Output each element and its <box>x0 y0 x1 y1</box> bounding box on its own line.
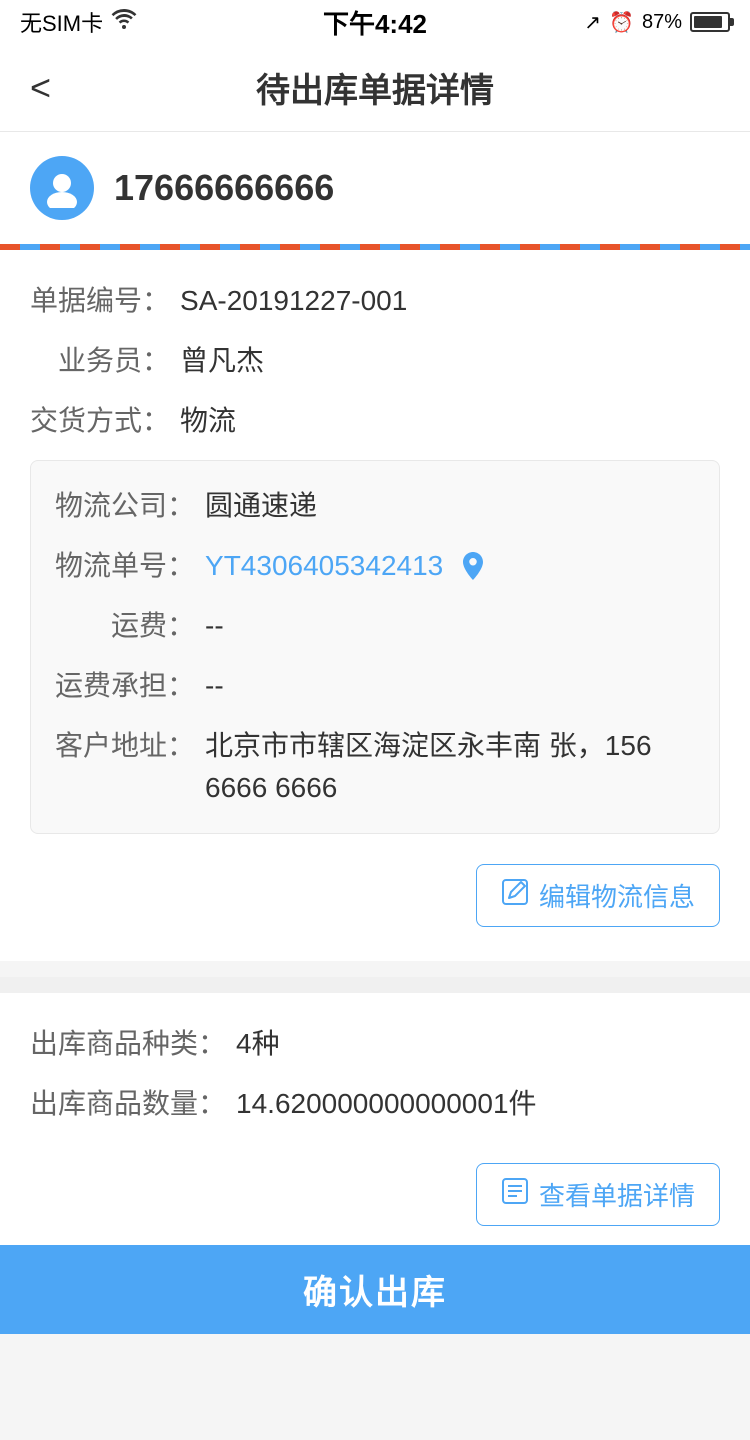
item-types-row: 出库商品种类： 4种 <box>30 1023 720 1065</box>
view-details-button[interactable]: 查看单据详情 <box>476 1163 720 1226</box>
view-details-label: 查看单据详情 <box>539 1176 695 1213</box>
nav-bar: < 待出库单据详情 <box>0 44 750 132</box>
page-title: 待出库单据详情 <box>90 63 660 112</box>
item-quantity-label: 出库商品数量： <box>30 1083 226 1125</box>
battery-icon <box>690 12 730 32</box>
status-right: ↗ ⏰ 87% <box>584 10 730 35</box>
item-quantity-value: 14.620000000000001件 <box>236 1083 720 1125</box>
address-value: 北京市市辖区海淀区永丰南 张，156 6666 6666 <box>205 725 695 809</box>
tracking-label: 物流单号： <box>55 545 195 587</box>
user-phone: 17666666666 <box>114 167 334 209</box>
section-separator <box>0 977 750 993</box>
view-btn-container: 查看单据详情 <box>30 1143 720 1230</box>
doc-number-label: 单据编号： <box>30 280 170 322</box>
time-display: 下午4:42 <box>323 4 427 41</box>
salesman-row: 业务员： 曾凡杰 <box>30 340 720 382</box>
delivery-method-row: 交货方式： 物流 <box>30 400 720 442</box>
confirm-outbound-button[interactable]: 确认出库 <box>303 1265 447 1314</box>
alarm-icon: ⏰ <box>609 10 634 35</box>
address-label: 客户地址： <box>55 725 195 767</box>
delivery-method-label: 交货方式： <box>30 400 170 442</box>
item-types-value: 4种 <box>236 1023 720 1065</box>
status-left: 无SIM卡 <box>20 6 137 38</box>
edit-logistics-label: 编辑物流信息 <box>539 877 695 914</box>
salesman-label: 业务员： <box>30 340 170 382</box>
logistics-company-label: 物流公司： <box>55 485 195 527</box>
map-location-icon[interactable] <box>455 548 491 584</box>
freight-value: -- <box>205 605 695 647</box>
location-status-icon: ↗ <box>584 10 601 35</box>
user-header: 17666666666 <box>0 132 750 244</box>
item-types-label: 出库商品种类： <box>30 1023 226 1065</box>
edit-btn-container: 编辑物流信息 <box>30 854 720 931</box>
battery-percent: 87% <box>642 11 682 34</box>
list-icon <box>501 1177 529 1212</box>
freight-bearer-row: 运费承担： -- <box>55 665 695 707</box>
logistics-card: 物流公司： 圆通速递 物流单号： YT4306405342413 运费： -- … <box>30 460 720 834</box>
back-button[interactable]: < <box>30 67 90 109</box>
order-info-section: 单据编号： SA-20191227-001 业务员： 曾凡杰 交货方式： 物流 … <box>0 250 750 961</box>
carrier-label: 无SIM卡 <box>20 6 103 38</box>
edit-icon <box>501 878 529 913</box>
freight-row: 运费： -- <box>55 605 695 647</box>
item-quantity-row: 出库商品数量： 14.620000000000001件 <box>30 1083 720 1125</box>
wifi-icon <box>111 9 137 35</box>
logistics-company-value: 圆通速递 <box>205 485 695 527</box>
tracking-value: YT4306405342413 <box>205 545 695 587</box>
status-bar: 无SIM卡 下午4:42 ↗ ⏰ 87% <box>0 0 750 44</box>
tracking-row: 物流单号： YT4306405342413 <box>55 545 695 587</box>
confirm-btn-container: 确认出库 <box>0 1245 750 1334</box>
freight-bearer-label: 运费承担： <box>55 665 195 707</box>
tracking-number: YT4306405342413 <box>205 545 443 587</box>
doc-number-value: SA-20191227-001 <box>180 280 720 322</box>
freight-bearer-value: -- <box>205 665 695 707</box>
avatar <box>30 156 94 220</box>
edit-logistics-button[interactable]: 编辑物流信息 <box>476 864 720 927</box>
address-row: 客户地址： 北京市市辖区海淀区永丰南 张，156 6666 6666 <box>55 725 695 809</box>
freight-label: 运费： <box>55 605 195 647</box>
delivery-method-value: 物流 <box>180 400 720 442</box>
doc-number-row: 单据编号： SA-20191227-001 <box>30 280 720 322</box>
logistics-company-row: 物流公司： 圆通速递 <box>55 485 695 527</box>
salesman-value: 曾凡杰 <box>180 340 720 382</box>
items-section: 出库商品种类： 4种 出库商品数量： 14.620000000000001件 查… <box>0 993 750 1260</box>
